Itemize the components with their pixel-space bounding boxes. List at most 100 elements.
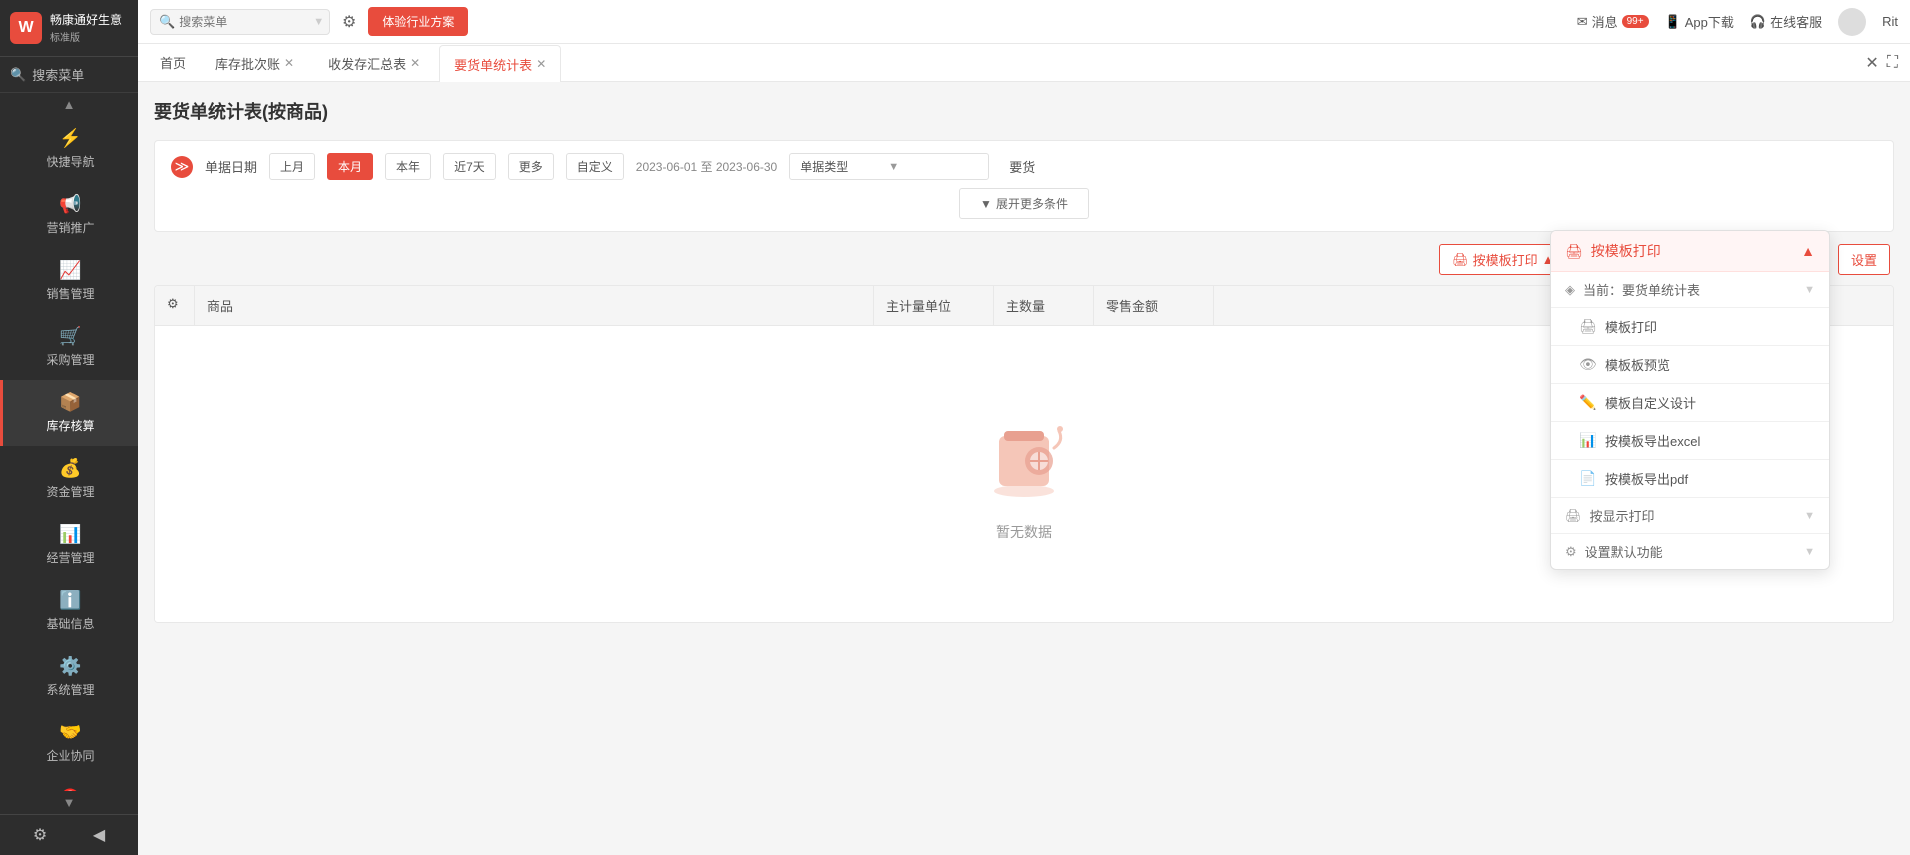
sidebar-scroll-down[interactable]: ▼ <box>0 791 138 814</box>
dropdown-title: 按模板打印 <box>1591 241 1661 261</box>
dropdown-header: 🖨 按模板打印 ▲ <box>1551 231 1829 272</box>
tab-receipt-summary[interactable]: 收发存汇总表 ✕ <box>313 44 435 81</box>
sidebar-item-finance[interactable]: 💰 资金管理 <box>0 446 138 512</box>
sidebar-item-enterprise[interactable]: 🤝 企业协同 <box>0 710 138 776</box>
tab-close-receipt-summary[interactable]: ✕ <box>410 56 420 70</box>
display-print-label: 按显示打印 <box>1590 506 1655 525</box>
topbar-dropdown-icon: ▼ <box>313 16 324 28</box>
date-btn-this-year[interactable]: 本年 <box>385 153 431 180</box>
date-btn-last-month[interactable]: 上月 <box>269 153 315 180</box>
dropdown-print-icon: 🖨 <box>1565 243 1583 260</box>
topbar: 🔍 ▼ ⚙ 体验行业方案 ✉ 消息 99+ 📱 App下载 🎧 在线客服 Rit <box>138 0 1910 44</box>
date-btn-7days[interactable]: 近7天 <box>443 153 496 180</box>
current-template-label: 当前：要货单统计表 <box>1583 280 1700 299</box>
print-dropdown: 🖨 按模板打印 ▲ ◈ 当前：要货单统计表 ▼ <box>1550 230 1830 570</box>
template-pdf-icon: 📄 <box>1579 470 1595 487</box>
print-label: 按模板打印 <box>1473 250 1538 269</box>
template-pdf-item[interactable]: 📄 按模板导出pdf <box>1551 460 1829 497</box>
experience-btn[interactable]: 体验行业方案 <box>368 7 468 36</box>
sidebar-item-sales[interactable]: 📈 销售管理 <box>0 248 138 314</box>
system-icon: ⚙️ <box>59 656 81 677</box>
date-btn-this-month[interactable]: 本月 <box>327 153 373 180</box>
settings-bottom-btn[interactable]: ⚙ <box>33 825 47 845</box>
template-pdf-section: 📄 按模板导出pdf <box>1551 460 1829 498</box>
user-avatar[interactable] <box>1838 8 1866 36</box>
default-func-header[interactable]: ⚙ 设置默认功能 ▼ <box>1551 534 1829 569</box>
table-col-unit: 主计量单位 <box>874 286 994 325</box>
template-custom-item[interactable]: ✏️ 模板自定义设计 <box>1551 384 1829 421</box>
current-template-section: ◈ 当前：要货单统计表 ▼ <box>1551 272 1829 308</box>
tab-home[interactable]: 首页 <box>150 47 196 78</box>
display-print-arrow: ▼ <box>1804 510 1815 522</box>
tab-actions: ✕ ⛶ <box>1865 53 1898 73</box>
template-excel-item[interactable]: 📊 按模板导出excel <box>1551 422 1829 459</box>
topbar-app-download[interactable]: 📱 App下载 <box>1665 12 1734 31</box>
tabs-bar: 首页 库存批次账 ✕ 收发存汇总表 ✕ 要货单统计表 ✕ ✕ ⛶ <box>138 44 1910 82</box>
filter-toggle-btn[interactable]: ≫ <box>171 156 193 178</box>
col-settings-icon[interactable]: ⚙ <box>167 296 179 311</box>
dropdown-collapse-btn[interactable]: ▲ <box>1801 243 1815 259</box>
tab-close-requisition-stats[interactable]: ✕ <box>536 57 546 71</box>
topbar-search-input[interactable] <box>179 15 309 29</box>
date-range-display: 2023-06-01 至 2023-06-30 <box>636 158 777 175</box>
sidebar-item-label: 快捷导航 <box>46 153 94 170</box>
messages-badge: 99+ <box>1622 15 1649 28</box>
topbar-search-box[interactable]: 🔍 ▼ <box>150 9 330 35</box>
messages-icon: ✉ <box>1577 14 1588 30</box>
sidebar-bottom: ⚙ ◀ <box>0 814 138 855</box>
tab-requisition-stats[interactable]: 要货单统计表 ✕ <box>439 45 561 82</box>
doc-type-select[interactable]: 单据类型 ▼ <box>789 153 989 180</box>
sidebar-item-shortcut[interactable]: ⚡ 快捷导航 <box>0 116 138 182</box>
template-print-section: 🖨 模板打印 <box>1551 308 1829 346</box>
print-template-btn[interactable]: 🖨 按模板打印 ▲ <box>1439 244 1567 275</box>
current-template-header[interactable]: ◈ 当前：要货单统计表 ▼ <box>1551 272 1829 307</box>
settings-btn[interactable]: 设置 <box>1838 244 1890 275</box>
current-template-arrow: ▼ <box>1804 284 1815 296</box>
sidebar-item-business[interactable]: 📊 经营管理 <box>0 512 138 578</box>
enterprise-icon: 🤝 <box>59 722 81 743</box>
doc-type-label: 单据类型 <box>800 158 848 175</box>
purchase-icon: 🛒 <box>59 326 81 347</box>
template-excel-section: 📊 按模板导出excel <box>1551 422 1829 460</box>
search-icon: 🔍 <box>10 67 26 83</box>
tab-close-window-btn[interactable]: ✕ <box>1865 53 1878 73</box>
sidebar-item-inventory[interactable]: 📦 库存核算 <box>0 380 138 446</box>
sidebar-search[interactable]: 🔍 搜索菜单 <box>0 57 138 93</box>
inventory-icon: 📦 <box>59 392 81 413</box>
default-func-arrow: ▼ <box>1804 546 1815 558</box>
topbar-messages[interactable]: ✉ 消息 99+ <box>1577 12 1649 31</box>
sidebar-item-label: 系统管理 <box>46 681 94 698</box>
template-custom-section: ✏️ 模板自定义设计 <box>1551 384 1829 422</box>
sidebar-item-label: 经营管理 <box>46 549 94 566</box>
default-func-label: 设置默认功能 <box>1585 542 1663 561</box>
topbar-settings-icon[interactable]: ⚙ <box>338 8 360 36</box>
template-print-item[interactable]: 🖨 模板打印 <box>1551 308 1829 345</box>
date-btn-custom[interactable]: 自定义 <box>566 153 624 180</box>
tab-close-inventory-batch[interactable]: ✕ <box>284 56 294 70</box>
tab-maximize-btn[interactable]: ⛶ <box>1887 54 1898 72</box>
app-logo: W 畅康通好生意 标准版 <box>0 0 138 57</box>
collapse-sidebar-btn[interactable]: ◀ <box>93 825 105 845</box>
expand-more-btn[interactable]: ▼ 展开更多条件 <box>959 188 1089 219</box>
online-service-icon: 🎧 <box>1750 14 1766 30</box>
topbar-online-service[interactable]: 🎧 在线客服 <box>1750 12 1822 31</box>
expand-label: 展开更多条件 <box>996 195 1068 212</box>
date-btn-more[interactable]: 更多 <box>508 153 554 180</box>
table-col-settings[interactable]: ⚙ <box>155 286 195 325</box>
sidebar: W 畅康通好生意 标准版 🔍 搜索菜单 ▲ ⚡ 快捷导航 📢 营销推广 📈 销售… <box>0 0 138 855</box>
sidebar-item-system[interactable]: ⚙️ 系统管理 <box>0 644 138 710</box>
display-print-header[interactable]: 🖨 按显示打印 ▼ <box>1551 498 1829 533</box>
template-preview-item[interactable]: 👁 模板板预览 <box>1551 346 1829 383</box>
sidebar-item-label: 基础信息 <box>46 615 94 632</box>
sidebar-item-basic[interactable]: ℹ️ 基础信息 <box>0 578 138 644</box>
doc-type-arrow-icon: ▼ <box>888 161 899 173</box>
sidebar-nav: ⚡ 快捷导航 📢 营销推广 📈 销售管理 🛒 采购管理 📦 库存核算 💰 资金管… <box>0 116 138 791</box>
sidebar-item-purchase[interactable]: 🛒 采购管理 <box>0 314 138 380</box>
default-func-section: ⚙ 设置默认功能 ▼ <box>1551 534 1829 569</box>
template-excel-label: 按模板导出excel <box>1605 431 1700 450</box>
tab-inventory-batch[interactable]: 库存批次账 ✕ <box>200 44 309 81</box>
sidebar-item-guide[interactable]: 🎯 新手引导 <box>0 776 138 791</box>
sidebar-scroll-up[interactable]: ▲ <box>0 93 138 116</box>
finance-icon: 💰 <box>59 458 81 479</box>
sidebar-item-marketing[interactable]: 📢 营销推广 <box>0 182 138 248</box>
